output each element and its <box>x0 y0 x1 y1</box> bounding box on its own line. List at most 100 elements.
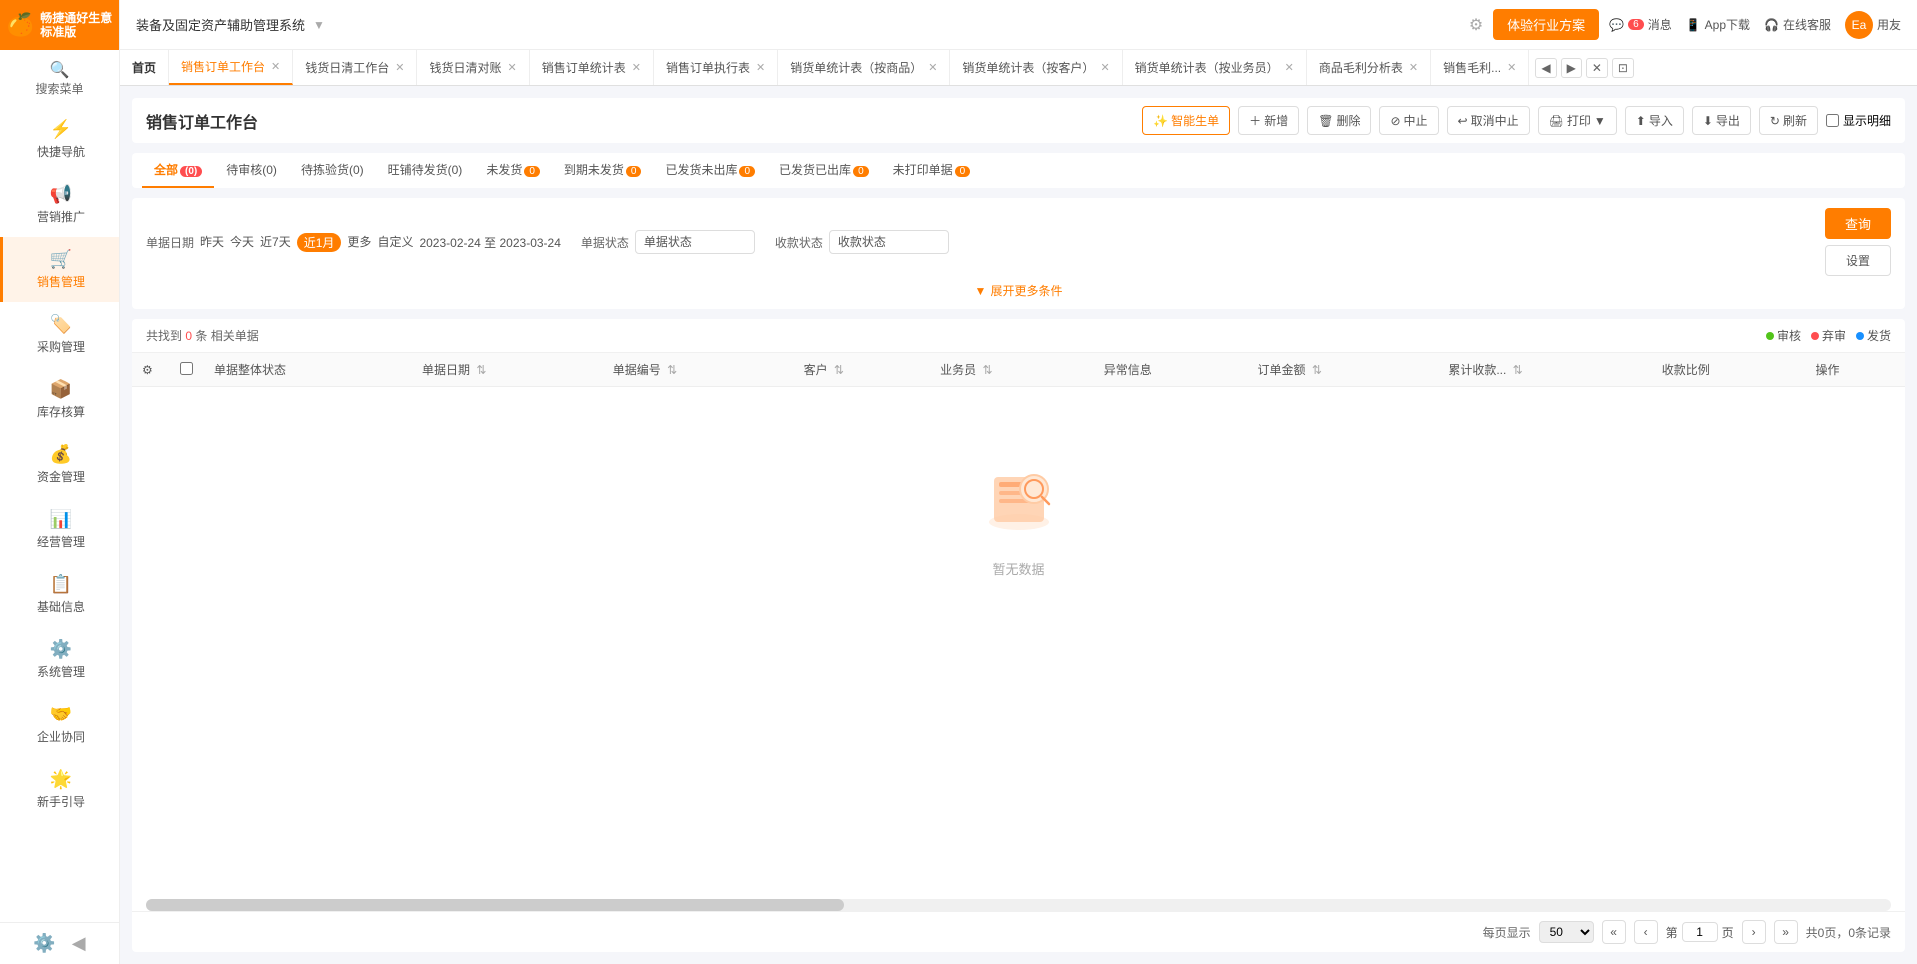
page-size-select[interactable]: 50 10 20 100 <box>1539 921 1594 943</box>
filter-date-yesterday[interactable]: 昨天 <box>200 233 224 252</box>
horizontal-scrollbar[interactable] <box>146 899 1891 911</box>
sidebar-item-corp[interactable]: 🤝 企业协同 <box>0 692 119 757</box>
sidebar-item-quicknav[interactable]: ⚡ 快捷导航 <box>0 107 119 172</box>
sidebar-item-system[interactable]: ⚙️ 系统管理 <box>0 627 119 692</box>
sidebar-item-search[interactable]: 🔍 搜索菜单 <box>0 50 119 107</box>
tab-close-icon[interactable]: ✕ <box>1285 61 1294 74</box>
print-button[interactable]: 🖨 打印 ▼ <box>1538 106 1617 135</box>
subtab-pending-review[interactable]: 待审核(0) <box>214 153 289 188</box>
audit-button[interactable]: 审核 <box>1766 327 1801 344</box>
tab-sales-workbench[interactable]: 销售订单工作台 ✕ <box>169 50 293 85</box>
filter-date-more[interactable]: 更多 <box>347 233 371 252</box>
filter-payment-select[interactable]: 收款状态 <box>829 230 949 254</box>
sidebar-item-base[interactable]: 📋 基础信息 <box>0 562 119 627</box>
subtab-shipped-not-out[interactable]: 已发货未出库0 <box>653 153 767 188</box>
stop-button[interactable]: ⊘ 中止 <box>1379 106 1438 135</box>
tab-close-icon[interactable]: ✕ <box>1507 61 1516 74</box>
smart-create-button[interactable]: ✨ 智能生单 <box>1142 106 1230 135</box>
tab-sales-exec[interactable]: 销售订单执行表 ✕ <box>654 50 778 85</box>
tab-close-icon[interactable]: ✕ <box>632 61 641 74</box>
tab-close-icon[interactable]: ✕ <box>508 61 517 74</box>
delete-button[interactable]: 🗑 删除 <box>1307 106 1371 135</box>
subtab-shipped-out[interactable]: 已发货已出库0 <box>767 153 881 188</box>
ship-button[interactable]: 发货 <box>1856 327 1891 344</box>
sidebar-item-guide[interactable]: 🌟 新手引导 <box>0 757 119 822</box>
filter-area: 单据日期 昨天 今天 近7天 近1月 更多 自定义 2023-02-24 至 2… <box>132 198 1905 309</box>
user-item[interactable]: Ea 用友 <box>1845 11 1901 39</box>
filter-date-1month[interactable]: 近1月 <box>297 233 342 252</box>
sidebar-item-finance[interactable]: 💰 资金管理 <box>0 432 119 497</box>
tab-close-icon[interactable]: ✕ <box>1100 61 1109 74</box>
tab-cash-reconcile[interactable]: 钱货日清对账 ✕ <box>417 50 529 85</box>
filter-date-today[interactable]: 今天 <box>230 233 254 252</box>
tab-close-icon[interactable]: ✕ <box>928 61 937 74</box>
cancel-audit-button[interactable]: 弃审 <box>1811 327 1846 344</box>
topbar-gear-icon[interactable]: ⚙ <box>1469 15 1483 35</box>
sidebar-item-marketing[interactable]: 📢 营销推广 <box>0 172 119 237</box>
tab-sales-summary-staff[interactable]: 销货单统计表（按业务员） ✕ <box>1123 50 1307 85</box>
tab-prev-button[interactable]: ◀ <box>1535 58 1556 78</box>
sidebar-item-operation[interactable]: 📊 经营管理 <box>0 497 119 562</box>
tab-expand-button[interactable]: ⊡ <box>1612 58 1634 78</box>
filter-status-select[interactable]: 单据状态 <box>635 230 755 254</box>
tab-close-all-button[interactable]: ✕ <box>1586 58 1608 78</box>
sidebar-item-purchase[interactable]: 🏷️ 采购管理 <box>0 302 119 367</box>
cancel-stop-button[interactable]: ↩ 取消中止 <box>1447 106 1530 135</box>
solution-button[interactable]: 体验行业方案 <box>1493 9 1599 40</box>
tab-close-icon[interactable]: ✕ <box>756 61 765 74</box>
tab-sales-more[interactable]: 销售毛利... ✕ <box>1431 50 1529 85</box>
subtab-not-shipped[interactable]: 未发货0 <box>474 153 552 188</box>
query-button[interactable]: 查询 <box>1825 208 1891 239</box>
online-service-item[interactable]: 🎧 在线客服 <box>1764 16 1831 33</box>
subtab-all[interactable]: 全部(0) <box>142 153 214 188</box>
sidebar-item-sales[interactable]: 🛒 销售管理 <box>0 237 119 302</box>
tab-gross-profit[interactable]: 商品毛利分析表 ✕ <box>1307 50 1431 85</box>
subtab-overdue-not-shipped[interactable]: 到期未发货0 <box>552 153 654 188</box>
page-input[interactable] <box>1682 922 1718 942</box>
first-page-button[interactable]: « <box>1602 920 1626 944</box>
collapse-icon[interactable]: ◀ <box>72 933 86 954</box>
select-all-checkbox[interactable] <box>180 362 193 375</box>
tab-home[interactable]: 首页 <box>120 50 169 85</box>
subtab-pending-check[interactable]: 待拣验货(0) <box>289 153 376 188</box>
tab-sales-summary-customer[interactable]: 销货单统计表（按客户） ✕ <box>950 50 1122 85</box>
filter-expand[interactable]: ▼ 展开更多条件 <box>975 282 1063 299</box>
show-detail-checkbox[interactable] <box>1826 114 1839 127</box>
th-collected[interactable]: 累计收款... ⇅ <box>1438 353 1651 387</box>
topbar-dropdown-icon[interactable]: ▼ <box>313 18 325 32</box>
subtab-wangpu[interactable]: 旺铺待发货(0) <box>376 153 475 188</box>
th-checkbox[interactable] <box>168 353 204 387</box>
tab-close-icon[interactable]: ✕ <box>271 60 280 73</box>
app-download-item[interactable]: 📱 App下载 <box>1686 16 1750 33</box>
message-item[interactable]: 💬 6 消息 <box>1609 16 1672 33</box>
subtab-not-printed[interactable]: 未打印单据0 <box>881 153 983 188</box>
th-staff[interactable]: 业务员 ⇅ <box>930 353 1094 387</box>
tab-cash-daily[interactable]: 钱货日清工作台 ✕ <box>293 50 417 85</box>
tab-next-button[interactable]: ▶ <box>1561 58 1582 78</box>
th-setting[interactable]: ⚙ <box>132 353 168 387</box>
th-amount[interactable]: 订单金额 ⇅ <box>1248 353 1439 387</box>
table-toolbar: 共找到 0 条 相关单据 审核 弃审 发货 <box>132 319 1905 353</box>
import-button[interactable]: ⬆ 导入 <box>1625 106 1684 135</box>
filter-date-custom[interactable]: 自定义 <box>377 233 413 252</box>
export-button[interactable]: ⬇ 导出 <box>1692 106 1751 135</box>
tab-close-icon[interactable]: ✕ <box>395 61 404 74</box>
th-date[interactable]: 单据日期 ⇅ <box>412 353 603 387</box>
last-page-button[interactable]: » <box>1774 920 1798 944</box>
scrollbar-thumb[interactable] <box>146 899 844 911</box>
prev-page-button[interactable]: ‹ <box>1634 920 1658 944</box>
setting-button[interactable]: 设置 <box>1825 245 1891 276</box>
system-icon: ⚙️ <box>50 639 72 660</box>
th-number[interactable]: 单据编号 ⇅ <box>603 353 794 387</box>
filter-date-7days[interactable]: 近7天 <box>260 233 291 252</box>
tab-close-icon[interactable]: ✕ <box>1409 61 1418 74</box>
th-customer[interactable]: 客户 ⇅ <box>794 353 931 387</box>
next-page-button[interactable]: › <box>1742 920 1766 944</box>
settings-bottom-icon[interactable]: ⚙️ <box>33 933 55 954</box>
sidebar-item-inventory[interactable]: 📦 库存核算 <box>0 367 119 432</box>
add-button[interactable]: ＋ 新增 <box>1238 106 1299 135</box>
tab-sales-stat[interactable]: 销售订单统计表 ✕ <box>530 50 654 85</box>
refresh-button[interactable]: ↻ 刷新 <box>1759 106 1818 135</box>
tab-sales-summary-product[interactable]: 销货单统计表（按商品） ✕ <box>778 50 950 85</box>
show-detail-label[interactable]: 显示明细 <box>1826 112 1891 129</box>
